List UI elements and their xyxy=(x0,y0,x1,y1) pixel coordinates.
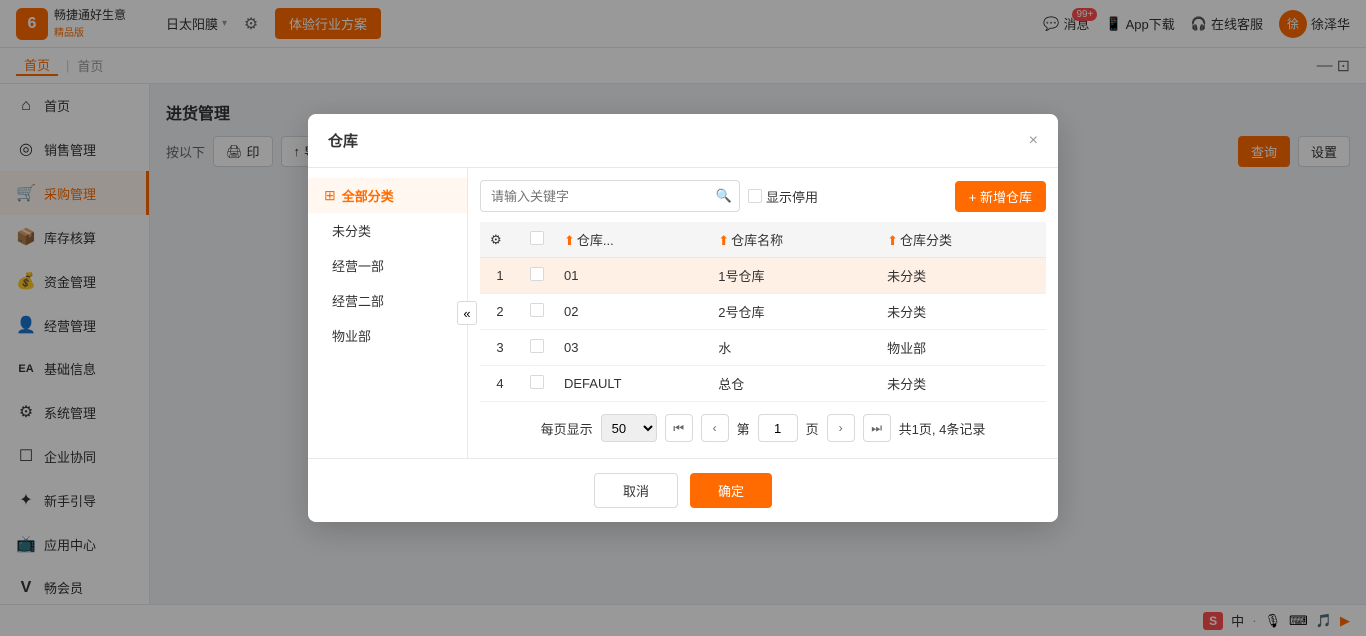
search-input[interactable] xyxy=(480,180,740,212)
prev-page-button[interactable]: ‹ xyxy=(701,414,729,442)
table-row[interactable]: 4 DEFAULT 总仓 未分类 xyxy=(480,366,1046,402)
table-body: 1 01 1号仓库 未分类 2 xyxy=(480,258,1046,402)
table-row[interactable]: 3 03 水 物业部 xyxy=(480,330,1046,366)
confirm-button[interactable]: 确定 xyxy=(690,473,772,508)
first-page-button[interactable]: ⏮ xyxy=(665,414,693,442)
search-bar: 🔍 显示停用 + 新增仓库 xyxy=(480,180,1046,212)
table-container: ⚙ ⬆仓库... ⬆仓库名称 xyxy=(480,222,1046,402)
search-input-wrap: 🔍 xyxy=(480,180,740,212)
right-panel: 🔍 显示停用 + 新增仓库 ⚙ xyxy=(468,168,1058,458)
row-checkbox[interactable] xyxy=(530,375,544,389)
row-checkbox[interactable] xyxy=(530,267,544,281)
dialog-header: 仓库 × xyxy=(308,114,1058,168)
row-name: 2号仓库 xyxy=(708,294,877,330)
last-page-button[interactable]: ⏭ xyxy=(863,414,891,442)
sort-category-icon: ⬆ xyxy=(887,233,898,248)
category-item-ops1[interactable]: 经营一部 xyxy=(308,248,467,283)
last-page-icon: ⏭ xyxy=(871,421,882,436)
table-row[interactable]: 1 01 1号仓库 未分类 xyxy=(480,258,1046,294)
next-page-icon: › xyxy=(839,421,843,435)
th-checkbox xyxy=(520,222,554,258)
dialog-body: ⊞ 全部分类 未分类 经营一部 经营二部 物业部 « xyxy=(308,168,1058,458)
first-page-icon: ⏮ xyxy=(673,421,684,436)
row-category: 未分类 xyxy=(877,294,1046,330)
row-category: 物业部 xyxy=(877,330,1046,366)
category-item-unclassified[interactable]: 未分类 xyxy=(308,213,467,248)
row-no: 4 xyxy=(480,366,520,402)
next-page-button[interactable]: › xyxy=(827,414,855,442)
dialog-overlay: 仓库 × ⊞ 全部分类 未分类 经营一部 经营二部 物业部 « xyxy=(0,0,1366,636)
row-name: 水 xyxy=(708,330,877,366)
page-number-input[interactable] xyxy=(758,414,798,442)
row-no: 1 xyxy=(480,258,520,294)
dialog-footer: 取消 确定 xyxy=(308,458,1058,522)
category-panel: ⊞ 全部分类 未分类 经营一部 经营二部 物业部 « xyxy=(308,168,468,458)
dialog-close-button[interactable]: × xyxy=(1029,132,1038,150)
show-disabled-label[interactable]: 显示停用 xyxy=(748,187,818,206)
sort-code-icon: ⬆ xyxy=(564,233,575,248)
sort-name-icon: ⬆ xyxy=(718,233,729,248)
collapse-panel-button[interactable]: « xyxy=(457,301,477,325)
dialog-title: 仓库 xyxy=(328,130,358,151)
row-name: 1号仓库 xyxy=(708,258,877,294)
page-label: 第 xyxy=(737,419,750,438)
th-code: ⬆仓库... xyxy=(554,222,708,258)
category-item-property[interactable]: 物业部 xyxy=(308,318,467,353)
category-item-ops2[interactable]: 经营二部 xyxy=(308,283,467,318)
table-head: ⚙ ⬆仓库... ⬆仓库名称 xyxy=(480,222,1046,258)
row-code: 01 xyxy=(554,258,708,294)
total-label: 共1页, 4条记录 xyxy=(899,419,986,438)
collapse-icon: « xyxy=(463,306,470,321)
row-code: 02 xyxy=(554,294,708,330)
row-checkbox[interactable] xyxy=(530,303,544,317)
show-disabled-checkbox[interactable] xyxy=(748,189,762,203)
row-name: 总仓 xyxy=(708,366,877,402)
all-category-label: 全部分类 xyxy=(342,186,394,205)
warehouse-dialog: 仓库 × ⊞ 全部分类 未分类 经营一部 经营二部 物业部 « xyxy=(308,114,1058,522)
row-category: 未分类 xyxy=(877,366,1046,402)
warehouse-table: ⚙ ⬆仓库... ⬆仓库名称 xyxy=(480,222,1046,402)
row-checkbox[interactable] xyxy=(530,339,544,353)
cancel-button[interactable]: 取消 xyxy=(594,473,678,508)
row-category: 未分类 xyxy=(877,258,1046,294)
all-category-item[interactable]: ⊞ 全部分类 xyxy=(308,178,467,213)
table-row[interactable]: 2 02 2号仓库 未分类 xyxy=(480,294,1046,330)
th-settings: ⚙ xyxy=(480,222,520,258)
select-all-checkbox[interactable] xyxy=(530,231,544,245)
row-code: DEFAULT xyxy=(554,366,708,402)
add-warehouse-button[interactable]: + 新增仓库 xyxy=(955,181,1046,212)
per-page-label: 每页显示 xyxy=(541,419,593,438)
pagination: 每页显示 50 10 20 100 ⏮ ‹ 第 页 xyxy=(480,402,1046,446)
th-category: ⬆仓库分类 xyxy=(877,222,1046,258)
row-code: 03 xyxy=(554,330,708,366)
row-no: 3 xyxy=(480,330,520,366)
th-name: ⬆仓库名称 xyxy=(708,222,877,258)
per-page-select[interactable]: 50 10 20 100 xyxy=(601,414,657,442)
page-suffix: 页 xyxy=(806,419,819,438)
row-no: 2 xyxy=(480,294,520,330)
search-icon[interactable]: 🔍 xyxy=(716,188,732,204)
prev-page-icon: ‹ xyxy=(713,421,717,435)
grid-icon: ⊞ xyxy=(324,187,336,204)
category-panel-inner: ⊞ 全部分类 未分类 经营一部 经营二部 物业部 xyxy=(308,178,467,353)
